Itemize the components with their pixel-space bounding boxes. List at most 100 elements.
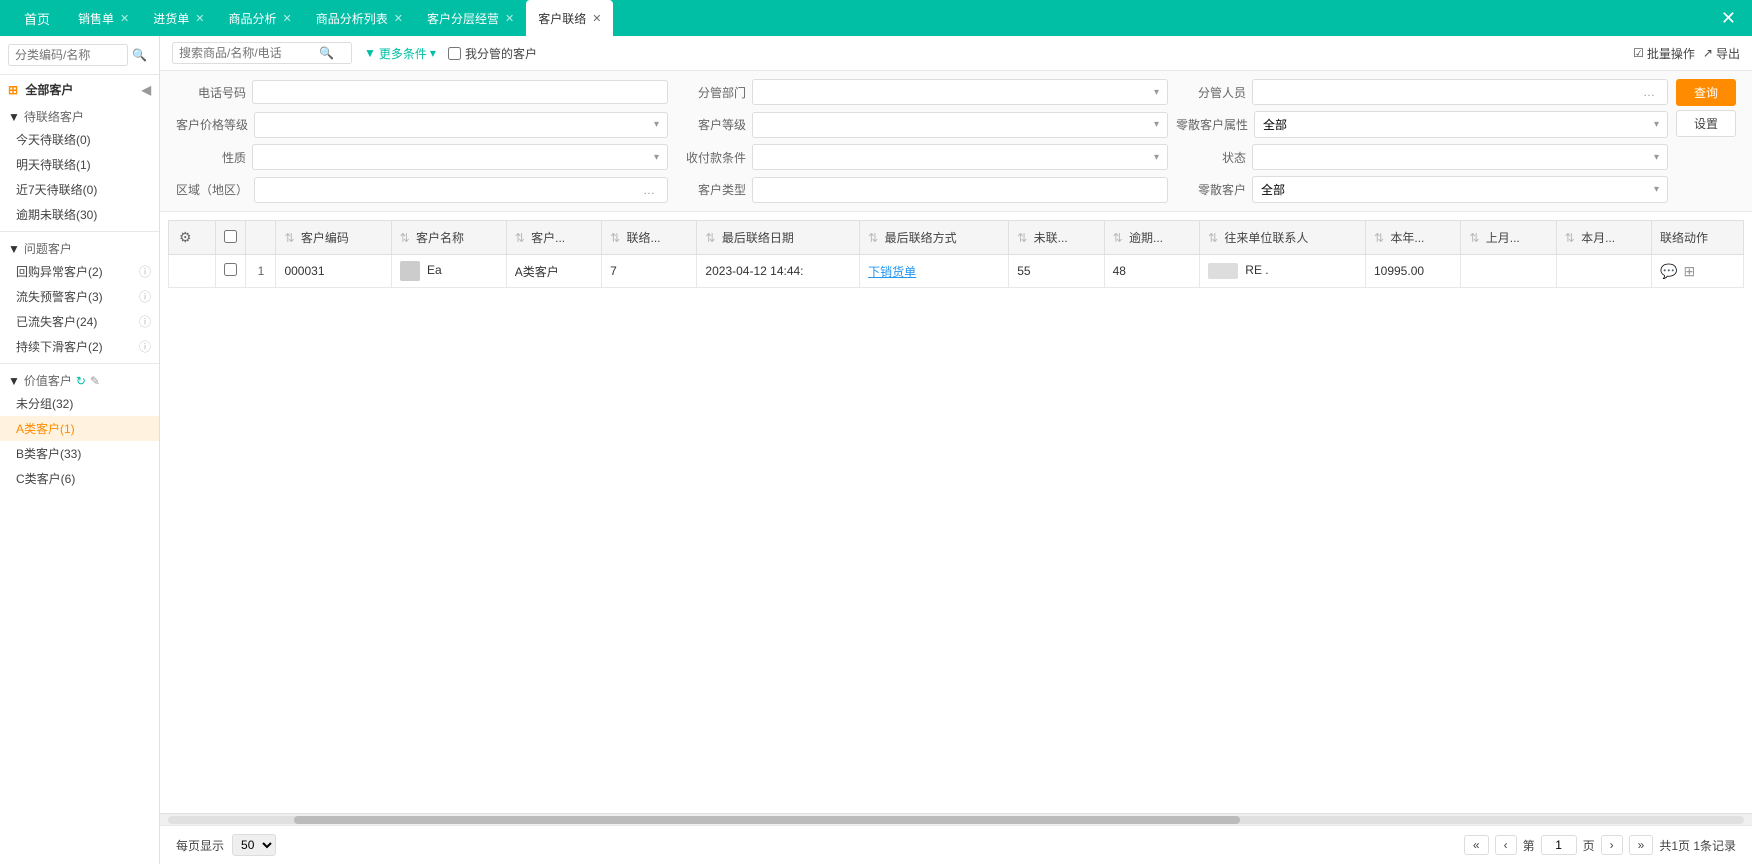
- customer-grade-label: 客户等级: [676, 116, 746, 133]
- filter-retail-attr: 零散客户属性 全部 ▾: [1176, 111, 1668, 138]
- search-input[interactable]: [179, 46, 319, 60]
- triangle-icon: ▼: [8, 242, 20, 256]
- sidebar-item-churn-warning[interactable]: 流失预警客户(3) ⓘ: [0, 284, 159, 309]
- edit-icon[interactable]: ✎: [90, 374, 100, 388]
- filter-row-2: 客户价格等级 ▾ 客户等级 ▾: [176, 111, 1668, 138]
- nav-tab-analysis-list[interactable]: 商品分析列表 ✕: [304, 0, 415, 36]
- per-page-control: 每页显示 50: [176, 834, 276, 856]
- sidebar-item-class-c[interactable]: C类客户(6): [0, 466, 159, 491]
- sidebar-item-class-b[interactable]: B类客户(33): [0, 441, 159, 466]
- chevron-down-icon: ▾: [1154, 119, 1159, 130]
- price-grade-select[interactable]: ▾: [254, 112, 668, 138]
- nav-tab-customer-contact[interactable]: 客户联络 ✕: [526, 0, 613, 36]
- th-this-year: ⇅ 本年...: [1365, 221, 1460, 255]
- retail-attr-select[interactable]: 全部 ▾: [1254, 111, 1668, 138]
- scroll-thumb[interactable]: [294, 816, 1240, 824]
- action-bar-right: ☑ 批量操作 ↗ 导出: [1633, 45, 1740, 62]
- close-icon[interactable]: ✕: [283, 12, 292, 25]
- export-button[interactable]: ↗ 导出: [1703, 45, 1740, 62]
- nav-tab-purchase[interactable]: 进货单 ✕: [141, 0, 216, 36]
- sidebar-item-declining[interactable]: 持续下滑客户(2) ⓘ: [0, 334, 159, 359]
- more-icon[interactable]: …: [639, 183, 659, 197]
- nature-select[interactable]: ▾: [252, 144, 668, 170]
- region-select[interactable]: …: [254, 177, 668, 203]
- sort-icon: ⇅: [610, 231, 620, 245]
- nav-home[interactable]: 首页: [8, 0, 66, 36]
- customer-type-select[interactable]: [752, 177, 1168, 203]
- collapse-icon[interactable]: ◀: [142, 83, 151, 97]
- row-last-method[interactable]: 下销货单: [860, 255, 1009, 288]
- close-icon[interactable]: ✕: [505, 12, 514, 25]
- page-number-input[interactable]: [1541, 835, 1577, 855]
- first-page-button[interactable]: «: [1464, 835, 1489, 855]
- row-contact: 7: [602, 255, 697, 288]
- batch-op-button[interactable]: ☑ 批量操作: [1633, 45, 1695, 62]
- row-checkbox[interactable]: [224, 263, 237, 276]
- th-overdue: ⇅ 逾期...: [1104, 221, 1199, 255]
- dept-select[interactable]: ▾: [752, 79, 1168, 105]
- close-icon[interactable]: ✕: [120, 12, 129, 25]
- last-page-button[interactable]: »: [1629, 835, 1654, 855]
- th-name: ⇅ 客户名称: [391, 221, 506, 255]
- my-customers-checkbox[interactable]: [448, 47, 461, 60]
- payment-select[interactable]: ▾: [752, 144, 1168, 170]
- sidebar-item-churned[interactable]: 已流失客户(24) ⓘ: [0, 309, 159, 334]
- retail-customer-select[interactable]: 全部 ▾: [1252, 176, 1668, 203]
- sidebar-item-overdue-contact[interactable]: 逾期未联络(30): [0, 202, 159, 227]
- close-all-button[interactable]: ✕: [1713, 8, 1744, 29]
- page-controls: « ‹ 第 页 › » 共1页 1条记录: [1464, 835, 1736, 855]
- next-page-button[interactable]: ›: [1601, 835, 1623, 855]
- sidebar-item-7day-contact[interactable]: 近7天待联络(0): [0, 177, 159, 202]
- qr-icon[interactable]: ⊞: [1683, 263, 1695, 280]
- search-icon[interactable]: 🔍: [132, 48, 147, 62]
- phone-input[interactable]: [252, 80, 668, 104]
- info-icon: ⓘ: [139, 288, 151, 305]
- query-button[interactable]: 查询: [1676, 79, 1736, 106]
- close-icon[interactable]: ✕: [394, 12, 403, 25]
- filter-phone: 电话号码: [176, 80, 668, 104]
- close-icon[interactable]: ✕: [195, 12, 204, 25]
- table-container: ⚙ ⇅ 客户编码 ⇅ 客户名称: [160, 212, 1752, 813]
- sidebar-item-tomorrow-contact[interactable]: 明天待联络(1): [0, 152, 159, 177]
- action-icons: 💬 ⊞: [1660, 263, 1735, 280]
- message-icon[interactable]: 💬: [1660, 263, 1677, 280]
- sidebar-divider: [0, 231, 159, 232]
- info-icon: ⓘ: [139, 338, 151, 355]
- th-type: ⇅ 客户...: [506, 221, 601, 255]
- retail-customer-label: 零散客户: [1176, 181, 1246, 198]
- filter-form: 电话号码 分管部门 ▾ 分管人员: [160, 71, 1752, 212]
- nav-tab-analysis[interactable]: 商品分析 ✕: [216, 0, 303, 36]
- filter-status: 状态 ▾: [1176, 144, 1668, 170]
- nav-tab-sales[interactable]: 销售单 ✕: [66, 0, 141, 36]
- th-gear: ⚙: [169, 221, 216, 255]
- sidebar-item-today-contact[interactable]: 今天待联络(0): [0, 127, 159, 152]
- scroll-track[interactable]: [168, 816, 1744, 824]
- sidebar-item-repurchase-abnormal[interactable]: 回购异常客户(2) ⓘ: [0, 259, 159, 284]
- retail-attr-label: 零散客户属性: [1176, 116, 1248, 133]
- category-search-input[interactable]: [8, 44, 128, 66]
- search-icon[interactable]: 🔍: [319, 46, 334, 60]
- prev-page-button[interactable]: ‹: [1495, 835, 1517, 855]
- nav-tab-customer-segment[interactable]: 客户分层经营 ✕: [415, 0, 526, 36]
- sidebar-item-unclassified[interactable]: 未分组(32): [0, 391, 159, 416]
- per-page-select[interactable]: 50: [232, 834, 276, 856]
- sidebar-item-class-a[interactable]: A类客户(1): [0, 416, 159, 441]
- refresh-icon[interactable]: ↻: [76, 374, 86, 388]
- export-icon: ↗: [1703, 46, 1713, 60]
- status-select[interactable]: ▾: [1252, 144, 1668, 170]
- filter-retail-customer: 零散客户 全部 ▾: [1176, 176, 1668, 203]
- gear-button[interactable]: ⚙: [177, 227, 194, 248]
- problem-customers-group: ▼ 问题客户: [0, 236, 159, 259]
- filter-row-4: 区域（地区） … 客户类型: [176, 176, 1668, 203]
- close-icon[interactable]: ✕: [592, 12, 601, 25]
- more-conditions-button[interactable]: ▼ 更多条件 ▾: [364, 45, 436, 62]
- horizontal-scrollbar[interactable]: [160, 813, 1752, 825]
- sort-icon: ⇅: [1208, 231, 1218, 245]
- settings-button[interactable]: 设置: [1676, 110, 1736, 137]
- select-all-checkbox[interactable]: [224, 230, 237, 243]
- sort-icon: ⇅: [1565, 231, 1575, 245]
- customer-grade-select[interactable]: ▾: [752, 112, 1168, 138]
- th-code: ⇅ 客户编码: [276, 221, 391, 255]
- more-icon[interactable]: …: [1639, 85, 1659, 99]
- person-select[interactable]: …: [1252, 79, 1668, 105]
